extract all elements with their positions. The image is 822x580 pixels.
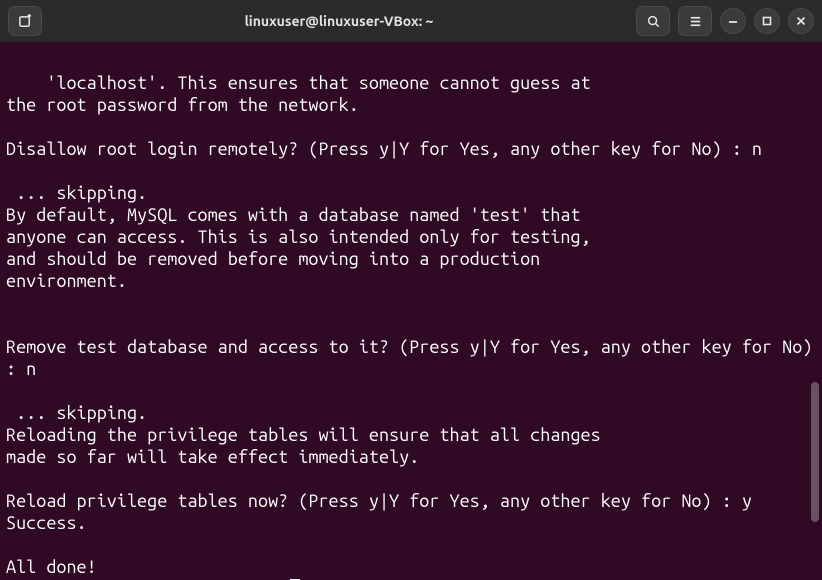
terminal-line: and should be removed before moving into… xyxy=(6,249,540,269)
window-title: linuxuser@linuxuser-VBox: ~ xyxy=(245,13,434,29)
terminal-line: environment. xyxy=(6,271,127,291)
terminal-line: By default, MySQL comes with a database … xyxy=(6,205,581,225)
terminal-line: All done! xyxy=(6,557,97,577)
new-tab-button[interactable] xyxy=(8,6,42,36)
scrollbar-thumb[interactable] xyxy=(811,382,819,522)
terminal-line: Remove test database and access to it? (… xyxy=(6,337,822,379)
maximize-button[interactable] xyxy=(754,8,780,34)
search-button[interactable] xyxy=(636,6,670,36)
titlebar: linuxuser@linuxuser-VBox: ~ xyxy=(0,0,822,42)
close-button[interactable] xyxy=(788,8,814,34)
terminal-line: Reloading the privilege tables will ensu… xyxy=(6,425,601,445)
terminal-line: anyone can access. This is also intended… xyxy=(6,227,591,247)
terminal-viewport[interactable]: 'localhost'. This ensures that someone c… xyxy=(0,42,822,580)
terminal-line: Success. xyxy=(6,513,87,533)
terminal-line: 'localhost'. This ensures that someone c… xyxy=(46,73,590,93)
terminal-output: 'localhost'. This ensures that someone c… xyxy=(6,50,816,580)
hamburger-menu-button[interactable] xyxy=(678,6,712,36)
terminal-line: made so far will take effect immediately… xyxy=(6,447,419,467)
terminal-line: the root password from the network. xyxy=(6,95,359,115)
terminal-line: Disallow root login remotely? (Press y|Y… xyxy=(6,139,762,159)
terminal-line: ... skipping. xyxy=(6,183,147,203)
minimize-button[interactable] xyxy=(720,8,746,34)
terminal-line: ... skipping. xyxy=(6,403,147,423)
terminal-line: Reload privilege tables now? (Press y|Y … xyxy=(6,491,752,511)
